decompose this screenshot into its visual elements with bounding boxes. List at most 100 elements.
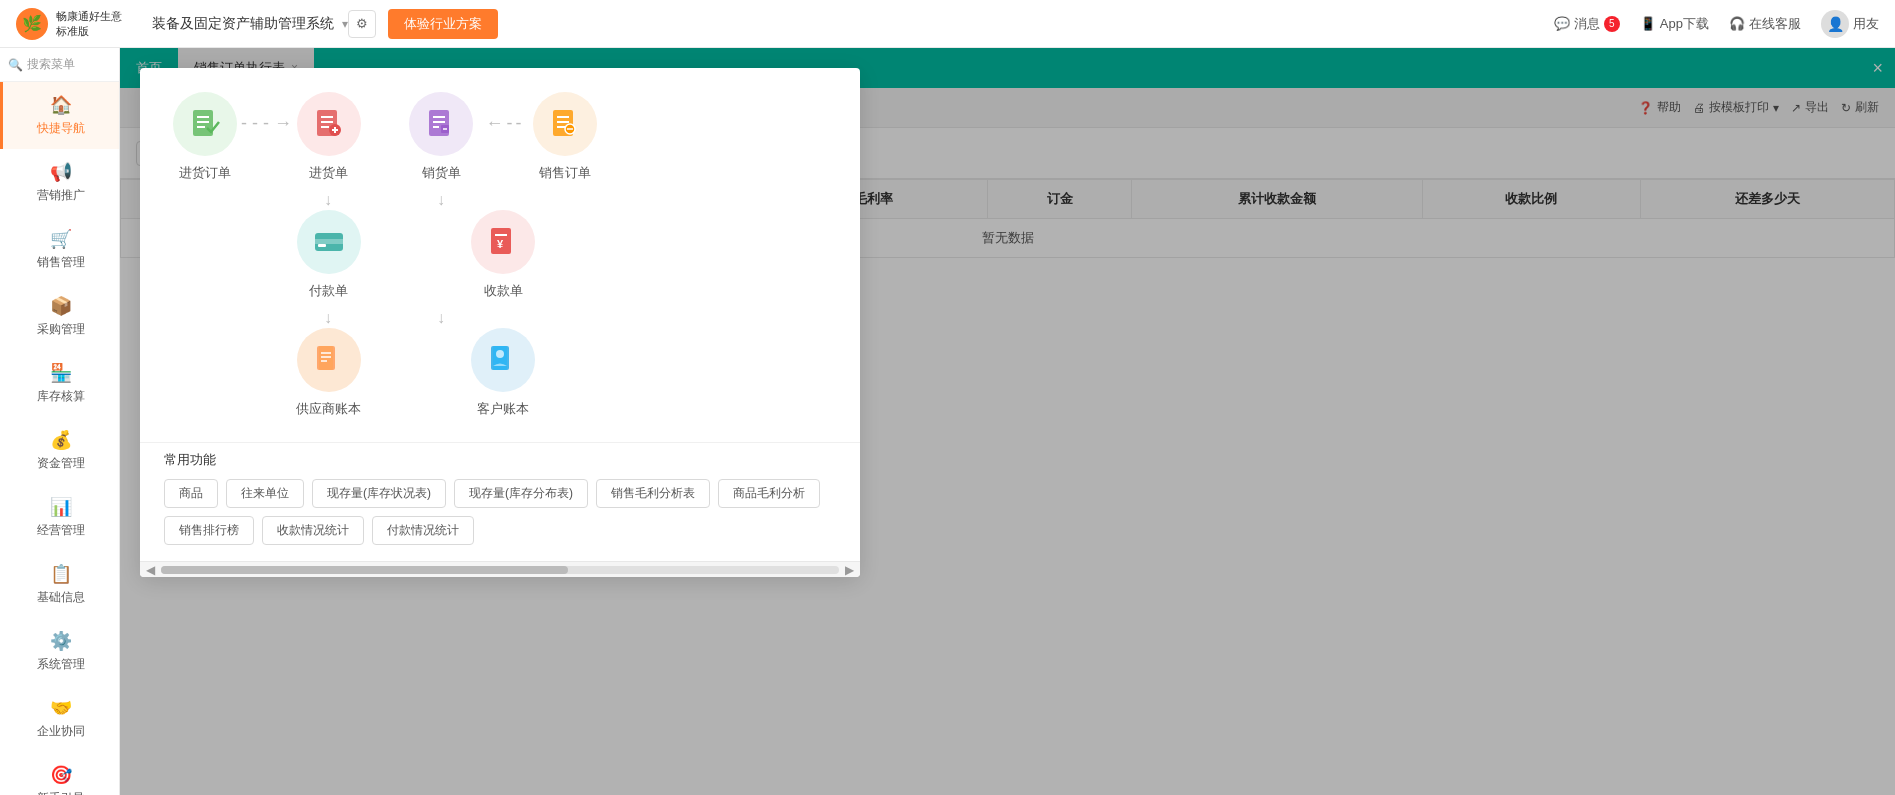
sidebar-item-operation[interactable]: 📊 经营管理 (0, 484, 119, 551)
logo-text: 畅康通好生意 标准版 (56, 9, 122, 38)
flow-diagram-area: 进货订单 - - - → 进货单 ↓ (140, 68, 860, 442)
message-badge: 5 (1604, 16, 1620, 32)
arrow-right-icon: - - - → (237, 113, 297, 134)
customer-ledger-label: 客户账本 (477, 400, 529, 418)
customer-ledger-icon (471, 328, 535, 392)
func-btn-product-profit[interactable]: 商品毛利分析 (718, 479, 820, 508)
func-btn-stock-status[interactable]: 现存量(库存状况表) (312, 479, 446, 508)
func-btn-sales-rank[interactable]: 销售排行榜 (164, 516, 254, 545)
func-btn-product[interactable]: 商品 (164, 479, 218, 508)
user-avatar: 👤 (1821, 10, 1849, 38)
modal-overlay: 进货订单 - - - → 进货单 ↓ (120, 48, 1895, 795)
sidebar-item-label: 新手引导 (37, 790, 85, 795)
purchase-order-label: 进货订单 (179, 164, 231, 182)
svg-point-36 (496, 350, 504, 358)
sidebar-item-inventory[interactable]: 🏪 库存核算 (0, 350, 119, 417)
user-name: 用友 (1853, 15, 1879, 33)
svg-rect-15 (319, 346, 333, 370)
search-label: 搜索菜单 (27, 56, 75, 73)
user-area[interactable]: 👤 用友 (1821, 10, 1879, 38)
sidebar-item-label: 资金管理 (37, 455, 85, 472)
sidebar-item-marketing[interactable]: 📢 营销推广 (0, 149, 119, 216)
enterprise-icon: 🤝 (50, 697, 72, 719)
system-icon: ⚙️ (50, 630, 72, 652)
func-btn-stock-dist[interactable]: 现存量(库存分布表) (454, 479, 588, 508)
app-download-button[interactable]: 📱 App下载 (1640, 15, 1709, 33)
svg-rect-13 (318, 244, 326, 247)
search-icon: 🔍 (8, 58, 23, 72)
sales-order-label: 销售订单 (539, 164, 591, 182)
flow-node-purchase-order[interactable]: 进货订单 (173, 92, 237, 182)
marketing-icon: 📢 (50, 161, 72, 183)
purchase-bill-label: 进货单 (309, 164, 348, 182)
headset-icon: 🎧 (1729, 16, 1745, 31)
sidebar-item-enterprise[interactable]: 🤝 企业协同 (0, 685, 119, 752)
purchase-icon: 📦 (50, 295, 72, 317)
sales-icon: 🛒 (50, 228, 72, 250)
sidebar-item-newbie[interactable]: 🎯 新手引导 (0, 752, 119, 795)
logo-area: 🌿 畅康通好生意 标准版 (16, 8, 136, 40)
purchase-order-icon (173, 92, 237, 156)
sidebar: 🔍 搜索菜单 🏠 快捷导航 📢 营销推广 🛒 销售管理 📦 采购管理 🏪 库存核… (0, 48, 120, 795)
top-header: 🌿 畅康通好生意 标准版 装备及固定资产辅助管理系统 ▾ ⚙ 体验行业方案 💬 … (0, 0, 1895, 48)
scrollbar-track[interactable] (161, 566, 839, 574)
func-btn-counterpart[interactable]: 往来单位 (226, 479, 304, 508)
supplier-ledger-label: 供应商账本 (296, 400, 361, 418)
scroll-right-icon[interactable]: ▶ (843, 563, 856, 577)
system-title: 装备及固定资产辅助管理系统 (152, 15, 334, 33)
message-icon: 💬 (1554, 16, 1570, 31)
svg-rect-12 (315, 239, 343, 244)
sidebar-item-basic-info[interactable]: 📋 基础信息 (0, 551, 119, 618)
sidebar-item-label: 快捷导航 (37, 120, 85, 137)
sidebar-item-label: 系统管理 (37, 656, 85, 673)
scroll-left-icon[interactable]: ◀ (144, 563, 157, 577)
sidebar-item-label: 采购管理 (37, 321, 85, 338)
newbie-icon: 🎯 (50, 764, 72, 786)
sidebar-search[interactable]: 🔍 搜索菜单 (0, 48, 119, 82)
experience-button[interactable]: 体验行业方案 (388, 9, 498, 39)
sales-bill-label: 销货单 (422, 164, 461, 182)
sidebar-item-quick-nav[interactable]: 🏠 快捷导航 (0, 82, 119, 149)
flow-node-purchase-bill[interactable]: 进货单 (297, 92, 361, 182)
arrow-down-icon: ↓ (437, 192, 445, 208)
operation-icon: 📊 (50, 496, 72, 518)
flow-node-supplier-ledger[interactable]: 供应商账本 (296, 328, 361, 418)
sidebar-item-finance[interactable]: 💰 资金管理 (0, 417, 119, 484)
sidebar-item-sales[interactable]: 🛒 销售管理 (0, 216, 119, 283)
inventory-icon: 🏪 (50, 362, 72, 384)
receipt-label: 收款单 (484, 282, 523, 300)
func-btn-payment-stats[interactable]: 付款情况统计 (372, 516, 474, 545)
sales-bill-icon (409, 92, 473, 156)
arrow-down-icon: ↓ (324, 192, 332, 208)
sidebar-item-label: 营销推广 (37, 187, 85, 204)
scrollbar-thumb[interactable] (161, 566, 568, 574)
horizontal-scrollbar[interactable]: ◀ ▶ (140, 561, 860, 577)
func-btn-sales-profit[interactable]: 销售毛利分析表 (596, 479, 710, 508)
logo-icon: 🌿 (16, 8, 48, 40)
sidebar-item-label: 企业协同 (37, 723, 85, 740)
flow-node-receipt[interactable]: ¥ 收款单 (471, 210, 535, 300)
sidebar-item-label: 基础信息 (37, 589, 85, 606)
settings-gear-button[interactable]: ⚙ (348, 10, 376, 38)
flow-node-sales-bill[interactable]: 销货单 (409, 92, 473, 182)
system-title-area: 装备及固定资产辅助管理系统 ▾ (152, 15, 348, 33)
sidebar-item-system[interactable]: ⚙️ 系统管理 (0, 618, 119, 685)
basic-info-icon: 📋 (50, 563, 72, 585)
sidebar-item-label: 库存核算 (37, 388, 85, 405)
svg-text:¥: ¥ (497, 238, 504, 250)
purchase-bill-icon (297, 92, 361, 156)
message-button[interactable]: 💬 消息 5 (1554, 15, 1620, 33)
online-service-button[interactable]: 🎧 在线客服 (1729, 15, 1801, 33)
flow-node-sales-order[interactable]: 销售订单 (533, 92, 597, 182)
flow-node-customer-ledger[interactable]: 客户账本 (471, 328, 535, 418)
flow-node-payment[interactable]: 付款单 (297, 210, 361, 300)
home-icon: 🏠 (50, 94, 72, 116)
arrow-down-icon: ↓ (437, 310, 445, 326)
payment-icon (297, 210, 361, 274)
func-btn-receipt-stats[interactable]: 收款情况统计 (262, 516, 364, 545)
arrow-down-icon: ↓ (324, 310, 332, 326)
sidebar-item-purchase[interactable]: 📦 采购管理 (0, 283, 119, 350)
supplier-ledger-icon (297, 328, 361, 392)
arrow-left-dashed-icon: ← - - (473, 113, 533, 134)
payment-label: 付款单 (309, 282, 348, 300)
